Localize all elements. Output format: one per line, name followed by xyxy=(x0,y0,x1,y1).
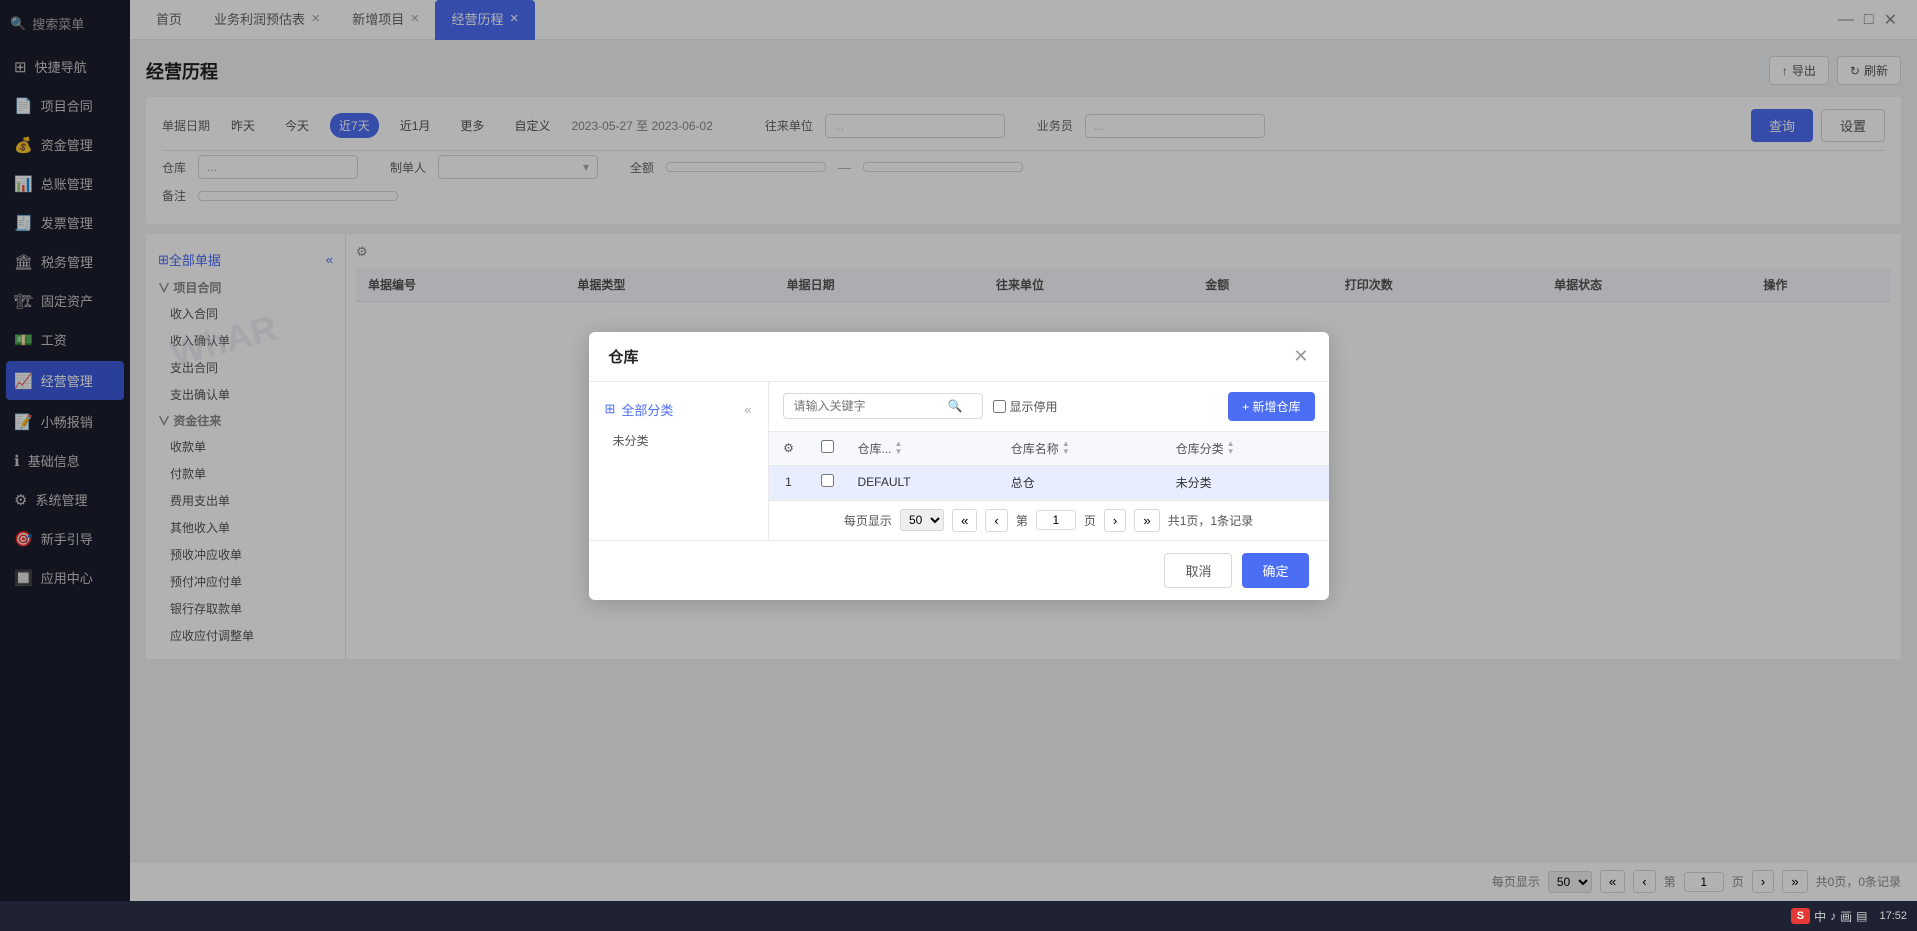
modal-search-icon[interactable]: 🔍 xyxy=(948,399,963,413)
modal-close-button[interactable]: ✕ xyxy=(1293,346,1308,367)
sort-name-icon: ▲▼ xyxy=(1062,440,1070,456)
status-logo[interactable]: S xyxy=(1791,908,1810,924)
show-disabled-checkbox[interactable] xyxy=(993,400,1006,413)
show-disabled-label: 显示停用 xyxy=(1010,398,1058,415)
status-icon-2[interactable]: ♪ xyxy=(1830,909,1836,923)
row-category: 未分类 xyxy=(1164,465,1329,499)
th-settings[interactable]: ⚙ xyxy=(769,432,809,466)
table-row[interactable]: 1 DEFAULT 总仓 未分类 xyxy=(769,465,1329,499)
th-select-all[interactable] xyxy=(821,440,834,453)
modal-page-input[interactable] xyxy=(1036,510,1076,530)
status-bar-icons: S 中 ♪ 画 ▤ 17:52 xyxy=(1791,908,1907,925)
show-disabled-wrapper: 显示停用 xyxy=(993,398,1058,415)
modal-toolbar: 🔍 显示停用 + 新增仓库 xyxy=(769,382,1329,432)
modal-total: 共1页，1条记录 xyxy=(1168,512,1253,529)
add-warehouse-button[interactable]: + 新增仓库 xyxy=(1228,392,1314,421)
modal-table: ⚙ 仓库... ▲▼ xyxy=(769,432,1329,500)
modal-per-page-label: 每页显示 xyxy=(844,512,892,529)
th-checkbox[interactable] xyxy=(809,432,846,466)
modal-page-label: 页 xyxy=(1084,512,1096,529)
all-category-label: 全部分类 xyxy=(621,400,673,419)
cancel-button[interactable]: 取消 xyxy=(1164,553,1232,588)
modal-right: 🔍 显示停用 + 新增仓库 ⚙ xyxy=(769,382,1329,540)
status-icon-1[interactable]: 中 xyxy=(1814,908,1826,925)
th-warehouse-name[interactable]: 仓库名称 ▲▼ xyxy=(999,432,1164,466)
modal-body: ⊞ 全部分类 « 未分类 🔍 显示停用 xyxy=(589,382,1329,540)
modal-search-wrapper: 🔍 xyxy=(783,393,983,419)
status-icon-4[interactable]: ▤ xyxy=(1856,909,1867,923)
sort-category-icon: ▲▼ xyxy=(1227,440,1235,456)
modal-next-page[interactable]: › xyxy=(1104,509,1126,532)
th-warehouse-category[interactable]: 仓库分类 ▲▼ xyxy=(1164,432,1329,466)
modal-pagination: 每页显示 50 « ‹ 第 页 › » 共1页，1条记录 xyxy=(769,500,1329,540)
row-code: DEFAULT xyxy=(846,465,999,499)
row-checkbox[interactable] xyxy=(821,474,834,487)
status-bar: S 中 ♪ 画 ▤ 17:52 xyxy=(0,901,1917,931)
modal-first-page[interactable]: « xyxy=(952,509,977,532)
modal-actions: 取消 确定 xyxy=(589,540,1329,600)
sort-code-icon: ▲▼ xyxy=(895,440,903,456)
modal-search-input[interactable] xyxy=(794,399,944,413)
status-time: 17:52 xyxy=(1879,910,1907,922)
modal-overlay[interactable]: 仓库 ✕ ⊞ 全部分类 « 未分类 🔍 xyxy=(0,0,1917,931)
modal-title: 仓库 xyxy=(609,346,639,367)
confirm-button[interactable]: 确定 xyxy=(1242,553,1308,588)
modal-page-jump-label: 第 xyxy=(1016,512,1028,529)
modal-prev-page[interactable]: ‹ xyxy=(985,509,1007,532)
modal-left-panel: ⊞ 全部分类 « 未分类 xyxy=(589,382,769,540)
row-name: 总仓 xyxy=(999,465,1164,499)
modal-header: 仓库 ✕ xyxy=(589,332,1329,382)
th-warehouse-code[interactable]: 仓库... ▲▼ xyxy=(846,432,999,466)
row-index: 1 xyxy=(769,465,809,499)
modal-all-category[interactable]: ⊞ 全部分类 « xyxy=(589,392,768,427)
modal-per-page-select[interactable]: 50 xyxy=(900,509,944,531)
uncategorized-item[interactable]: 未分类 xyxy=(589,427,768,454)
warehouse-modal: 仓库 ✕ ⊞ 全部分类 « 未分类 🔍 xyxy=(589,332,1329,600)
row-checkbox-cell[interactable] xyxy=(809,465,846,499)
modal-last-page[interactable]: » xyxy=(1134,509,1159,532)
status-icon-3[interactable]: 画 xyxy=(1840,908,1852,925)
category-icon: ⊞ xyxy=(605,401,616,417)
expand-icon[interactable]: « xyxy=(744,402,751,417)
